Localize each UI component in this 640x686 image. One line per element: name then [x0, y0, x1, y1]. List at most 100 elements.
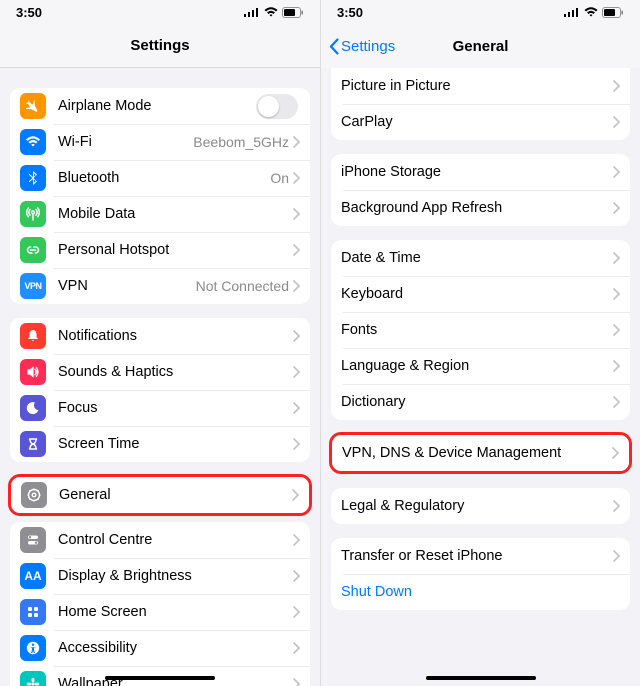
- row-storage[interactable]: iPhone Storage: [331, 154, 630, 190]
- bell-icon: [20, 323, 46, 349]
- row-dictionary[interactable]: Dictionary: [331, 384, 630, 420]
- row-display[interactable]: AA Display & Brightness: [10, 558, 310, 594]
- settings-root-screen: 3:50 Settings Airplane Mode Wi-Fi: [0, 0, 320, 686]
- back-label: Settings: [341, 38, 395, 55]
- row-personal-hotspot[interactable]: Personal Hotspot: [10, 232, 310, 268]
- row-home-screen[interactable]: Home Screen: [10, 594, 310, 630]
- row-label: Dictionary: [341, 394, 613, 410]
- row-label: Language & Region: [341, 358, 613, 374]
- row-transfer-reset[interactable]: Transfer or Reset iPhone: [331, 538, 630, 574]
- row-control-centre[interactable]: Control Centre: [10, 522, 310, 558]
- row-label: Sounds & Haptics: [58, 364, 293, 380]
- row-label: Focus: [58, 400, 293, 416]
- airplane-toggle[interactable]: [256, 94, 298, 119]
- row-language[interactable]: Language & Region: [331, 348, 630, 384]
- row-label: VPN, DNS & Device Management: [342, 445, 612, 461]
- row-date-time[interactable]: Date & Time: [331, 240, 630, 276]
- row-bg-refresh[interactable]: Background App Refresh: [331, 190, 630, 226]
- moon-icon: [20, 395, 46, 421]
- hourglass-icon: [20, 431, 46, 457]
- row-label: Personal Hotspot: [58, 242, 293, 258]
- highlight-general: General: [8, 474, 312, 516]
- row-label: Fonts: [341, 322, 613, 338]
- row-shut-down[interactable]: Shut Down: [331, 574, 630, 610]
- chevron-right-icon: [293, 330, 300, 342]
- chevron-right-icon: [613, 80, 620, 92]
- chevron-right-icon: [613, 324, 620, 336]
- row-label: Display & Brightness: [58, 568, 293, 584]
- chevron-right-icon: [613, 550, 620, 562]
- vpn-icon: VPN: [20, 273, 46, 299]
- chevron-right-icon: [293, 438, 300, 450]
- chevron-right-icon: [293, 402, 300, 414]
- general-list[interactable]: Picture in Picture CarPlay iPhone Storag…: [321, 68, 640, 686]
- chevron-right-icon: [293, 570, 300, 582]
- row-label: General: [59, 487, 292, 503]
- row-vpn-dns[interactable]: VPN, DNS & Device Management: [332, 435, 629, 471]
- row-accessibility[interactable]: Accessibility: [10, 630, 310, 666]
- row-label: Control Centre: [58, 532, 293, 548]
- row-notifications[interactable]: Notifications: [10, 318, 310, 354]
- chevron-right-icon: [293, 642, 300, 654]
- airplane-icon: [20, 93, 46, 119]
- hotspot-icon: [20, 237, 46, 263]
- page-title: General: [453, 38, 509, 55]
- nav-bar: Settings: [0, 24, 320, 68]
- status-bar: 3:50: [0, 0, 320, 24]
- group-reset: Transfer or Reset iPhone Shut Down: [331, 538, 630, 610]
- wifi-row-icon: [20, 129, 46, 155]
- wifi-icon: [584, 7, 598, 17]
- home-indicator[interactable]: [426, 676, 536, 680]
- battery-icon: [602, 7, 624, 18]
- row-fonts[interactable]: Fonts: [331, 312, 630, 348]
- row-keyboard[interactable]: Keyboard: [331, 276, 630, 312]
- back-button[interactable]: Settings: [329, 38, 395, 55]
- row-sounds[interactable]: Sounds & Haptics: [10, 354, 310, 390]
- chevron-right-icon: [293, 136, 300, 148]
- status-time: 3:50: [16, 5, 42, 20]
- accessibility-icon: [20, 635, 46, 661]
- bluetooth-icon: [20, 165, 46, 191]
- row-label: Date & Time: [341, 250, 613, 266]
- row-vpn[interactable]: VPN VPN Not Connected: [10, 268, 310, 304]
- row-label: Screen Time: [58, 436, 293, 452]
- chevron-right-icon: [293, 280, 300, 292]
- group-top: Picture in Picture CarPlay: [331, 68, 630, 140]
- row-pip[interactable]: Picture in Picture: [331, 68, 630, 104]
- chevron-right-icon: [293, 172, 300, 184]
- cellular-icon: [244, 7, 260, 17]
- row-value: Beebom_5GHz: [193, 134, 289, 150]
- row-carplay[interactable]: CarPlay: [331, 104, 630, 140]
- row-focus[interactable]: Focus: [10, 390, 310, 426]
- settings-list[interactable]: Airplane Mode Wi-Fi Beebom_5GHz Bluetoot…: [0, 68, 320, 686]
- chevron-right-icon: [293, 606, 300, 618]
- row-airplane-mode[interactable]: Airplane Mode: [10, 88, 310, 124]
- chevron-right-icon: [293, 244, 300, 256]
- row-label: CarPlay: [341, 114, 613, 130]
- row-legal[interactable]: Legal & Regulatory: [331, 488, 630, 524]
- group-input: Date & Time Keyboard Fonts Language & Re…: [331, 240, 630, 420]
- status-time: 3:50: [337, 5, 363, 20]
- row-screen-time[interactable]: Screen Time: [10, 426, 310, 462]
- row-label: Accessibility: [58, 640, 293, 656]
- chevron-right-icon: [613, 202, 620, 214]
- row-general[interactable]: General: [11, 477, 309, 513]
- row-label: iPhone Storage: [341, 164, 613, 180]
- row-label: Picture in Picture: [341, 78, 613, 94]
- row-wifi[interactable]: Wi-Fi Beebom_5GHz: [10, 124, 310, 160]
- chevron-right-icon: [613, 396, 620, 408]
- general-screen: 3:50 Settings General Picture in Picture…: [320, 0, 640, 686]
- row-label: Mobile Data: [58, 206, 293, 222]
- row-bluetooth[interactable]: Bluetooth On: [10, 160, 310, 196]
- wifi-icon: [264, 7, 278, 17]
- home-indicator[interactable]: [105, 676, 215, 680]
- status-icons: [564, 7, 624, 18]
- page-title: Settings: [130, 37, 189, 54]
- switches-icon: [20, 527, 46, 553]
- nav-bar: Settings General: [321, 24, 640, 68]
- chevron-right-icon: [293, 534, 300, 546]
- group-storage: iPhone Storage Background App Refresh: [331, 154, 630, 226]
- row-mobile-data[interactable]: Mobile Data: [10, 196, 310, 232]
- row-label: Keyboard: [341, 286, 613, 302]
- row-label: Shut Down: [341, 584, 620, 600]
